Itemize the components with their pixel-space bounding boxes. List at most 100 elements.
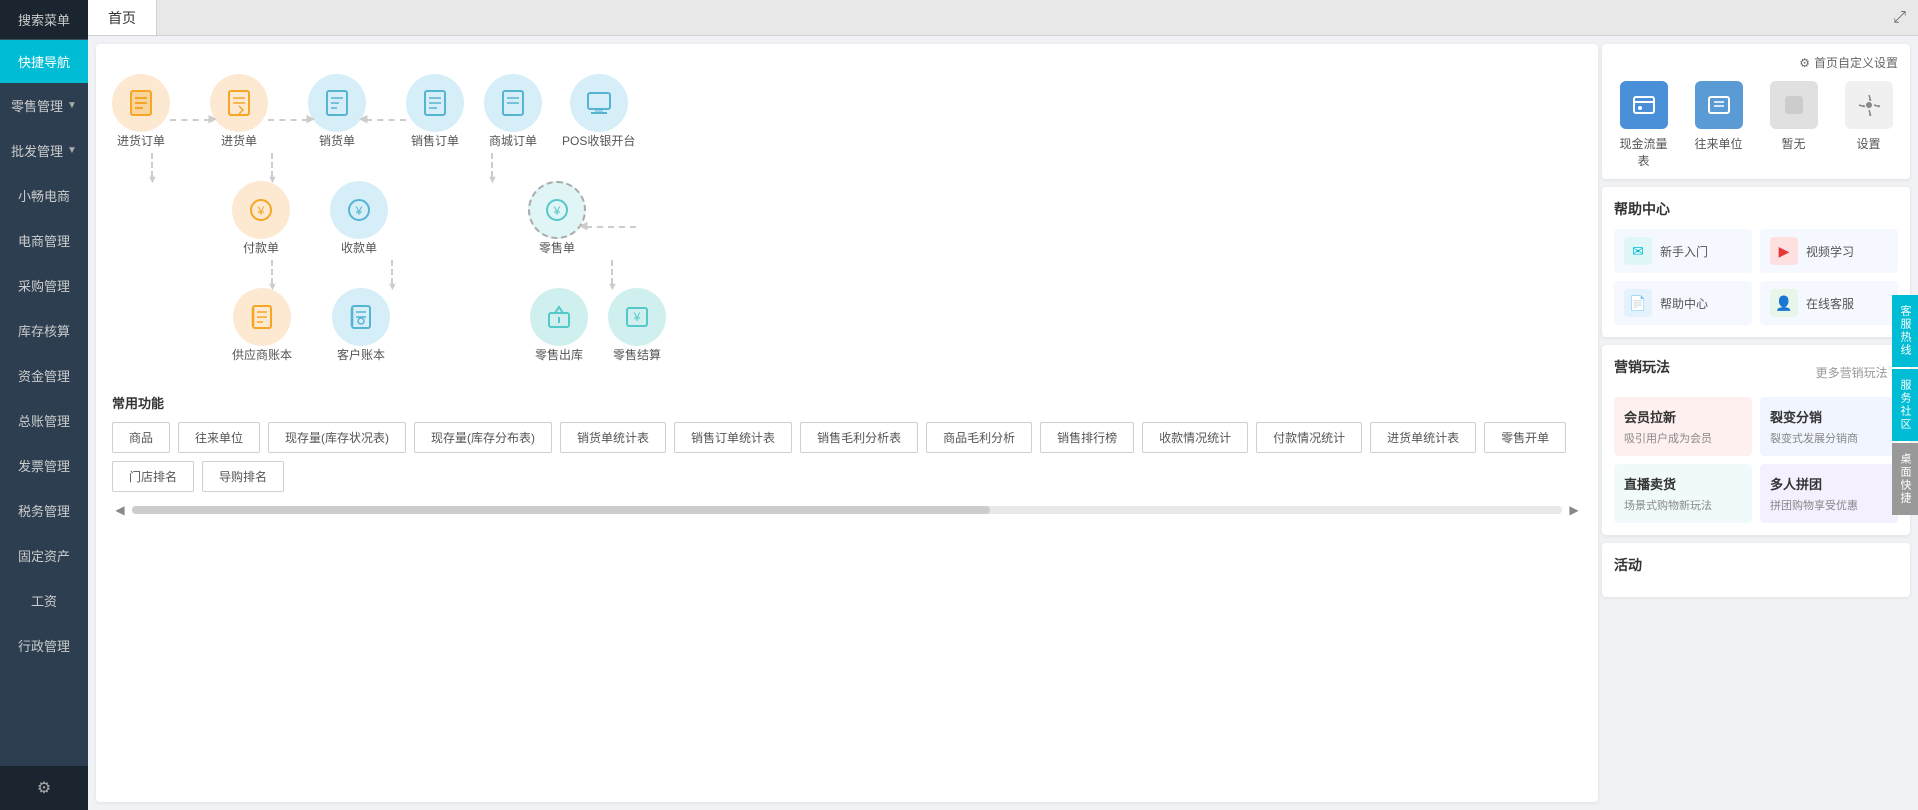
sidebar-label: 电商管理 — [18, 231, 70, 250]
supplier-book-icon — [233, 288, 291, 346]
play-icon: ▶ — [1770, 237, 1798, 265]
right-panel: ⚙ 首页自定义设置 现金流量表 往来单位 — [1598, 36, 1918, 810]
func-btn-guide-rank[interactable]: 导购排名 — [202, 461, 284, 492]
v-connector-6 — [611, 260, 613, 284]
activity-panel: 活动 — [1602, 543, 1910, 597]
sidebar-item-tax[interactable]: 税务管理 — [0, 488, 88, 533]
partners-icon — [1695, 81, 1743, 129]
func-btn-retail-order[interactable]: 零售开单 — [1484, 422, 1566, 453]
main: 首页 ⤢ 进货订单 — [88, 0, 1918, 810]
help-label: 帮助中心 — [1660, 295, 1708, 312]
float-btn-desktop[interactable]: 桌面快捷 — [1892, 443, 1918, 515]
node-mall-order[interactable]: 商城订单 — [484, 74, 542, 149]
sidebar-label: 库存核算 — [18, 321, 70, 340]
sidebar-item-inventory[interactable]: 库存核算 — [0, 308, 88, 353]
node-retail-settle[interactable]: ¥ 零售结算 — [608, 288, 666, 363]
qa-item-empty[interactable]: 暂无 — [1764, 81, 1823, 169]
func-btn-order-stat[interactable]: 销售订单统计表 — [674, 422, 792, 453]
sidebar-item-ecom-mgmt[interactable]: 电商管理 — [0, 218, 88, 263]
help-item-beginner[interactable]: ✉ 新手入门 — [1614, 229, 1752, 273]
scroll-left[interactable]: ◀ — [112, 502, 128, 518]
more-marketing-link[interactable]: 更多营销玩法 > — [1816, 364, 1898, 381]
qa-icons: 现金流量表 往来单位 暂无 — [1614, 81, 1898, 169]
node-customer-book[interactable]: 客户账本 — [332, 288, 390, 363]
func-btn-stock2[interactable]: 现存量(库存分布表) — [414, 422, 552, 453]
sidebar-label: 总账管理 — [18, 411, 70, 430]
settings-icon[interactable]: ⚙ — [0, 766, 88, 810]
qa-header: ⚙ 首页自定义设置 — [1614, 54, 1898, 71]
user-icon: 👤 — [1770, 289, 1798, 317]
sidebar-item-invoice[interactable]: 发票管理 — [0, 443, 88, 488]
node-purchase-receipt[interactable]: 进货单 — [210, 74, 268, 149]
func-btn-stock1[interactable]: 现存量(库存状况表) — [268, 422, 406, 453]
beginner-label: 新手入门 — [1660, 243, 1708, 260]
sidebar-item-retail[interactable]: 零售管理 ▼ — [0, 83, 88, 128]
node-sales-order[interactable]: 销售订单 — [406, 74, 464, 149]
float-btn-service[interactable]: 客服热线 — [1892, 295, 1918, 367]
customize-label[interactable]: 首页自定义设置 — [1814, 54, 1898, 71]
sidebar-label: 小畅电商 — [18, 186, 70, 205]
node-payment-out[interactable]: ¥ 付款单 — [232, 181, 290, 256]
tabbar: 首页 ⤢ — [88, 0, 1918, 36]
qa-item-settings[interactable]: 设置 — [1839, 81, 1898, 169]
sidebar-label: 税务管理 — [18, 501, 70, 520]
mkt-item-fission[interactable]: 裂变分销 裂变式发展分销商 — [1760, 397, 1898, 456]
sidebar: 搜索菜单 快捷导航 零售管理 ▼ 批发管理 ▼ 小畅电商 电商管理 采购管理 库… — [0, 0, 88, 810]
sidebar-item-payroll[interactable]: 工资 — [0, 578, 88, 623]
sidebar-item-assets[interactable]: 固定资产 — [0, 533, 88, 578]
mkt-item-member[interactable]: 会员拉新 吸引用户成为会员 — [1614, 397, 1752, 456]
mkt-item-live[interactable]: 直播卖货 场景式购物新玩法 — [1614, 464, 1752, 523]
qa-item-partners[interactable]: 往来单位 — [1689, 81, 1748, 169]
help-item-help[interactable]: 📄 帮助中心 — [1614, 281, 1752, 325]
sidebar-label: 采购管理 — [18, 276, 70, 295]
sidebar-item-wholesale[interactable]: 批发管理 ▼ — [0, 128, 88, 173]
func-btn-payment-stat[interactable]: 付款情况统计 — [1256, 422, 1362, 453]
func-btn-sale-stat[interactable]: 销货单统计表 — [560, 422, 666, 453]
mkt-item-group[interactable]: 多人拼团 拼团购物享受优惠 — [1760, 464, 1898, 523]
node-payment-in[interactable]: ¥ 收款单 — [330, 181, 388, 256]
func-btn-purchase-stat[interactable]: 进货单统计表 — [1370, 422, 1476, 453]
float-btn-community[interactable]: 服务社区 — [1892, 369, 1918, 441]
expand-icon[interactable]: ⤢ — [1881, 9, 1918, 27]
node-supplier-book[interactable]: 供应商账本 — [232, 288, 292, 363]
help-item-video[interactable]: ▶ 视频学习 — [1760, 229, 1898, 273]
node-retail-out[interactable]: 零售出库 — [530, 288, 588, 363]
pos-label: POS收银开台 — [562, 132, 635, 149]
node-sale-order[interactable]: 销货单 — [308, 74, 366, 149]
purchase-receipt-label: 进货单 — [221, 132, 257, 149]
scroll-track[interactable] — [132, 506, 1562, 514]
retail-settle-icon: ¥ — [608, 288, 666, 346]
tab-home[interactable]: 首页 — [88, 0, 157, 35]
video-label: 视频学习 — [1806, 243, 1854, 260]
node-retail-order[interactable]: ¥ 零售单 — [528, 181, 586, 256]
help-item-service[interactable]: 👤 在线客服 — [1760, 281, 1898, 325]
qa-item-cashflow[interactable]: 现金流量表 — [1614, 81, 1673, 169]
help-grid: ✉ 新手入门 ▶ 视频学习 📄 帮助中心 👤 在线客服 — [1614, 229, 1898, 325]
quick-nav[interactable]: 快捷导航 — [0, 40, 88, 83]
payment-out-label: 付款单 — [243, 239, 279, 256]
search-menu[interactable]: 搜索菜单 — [0, 0, 88, 40]
func-btn-partner[interactable]: 往来单位 — [178, 422, 260, 453]
scrollbar: ◀ ▶ — [112, 502, 1582, 518]
sidebar-item-purchase[interactable]: 采购管理 — [0, 263, 88, 308]
sales-order-icon — [406, 74, 464, 132]
mall-order-icon — [484, 74, 542, 132]
func-btn-margin1[interactable]: 销售毛利分析表 — [800, 422, 918, 453]
scroll-right[interactable]: ▶ — [1566, 502, 1582, 518]
sidebar-label: 资金管理 — [18, 366, 70, 385]
svg-text:¥: ¥ — [633, 310, 641, 324]
func-btn-goods[interactable]: 商品 — [112, 422, 170, 453]
func-btn-store-rank[interactable]: 门店排名 — [112, 461, 194, 492]
empty-icon — [1770, 81, 1818, 129]
sidebar-item-ledger[interactable]: 总账管理 — [0, 398, 88, 443]
func-btn-margin2[interactable]: 商品毛利分析 — [926, 422, 1032, 453]
sidebar-item-admin[interactable]: 行政管理 — [0, 623, 88, 668]
func-btn-receipt-stat[interactable]: 收款情况统计 — [1142, 422, 1248, 453]
cashflow-icon — [1620, 81, 1668, 129]
node-pos[interactable]: POS收银开台 — [562, 74, 635, 149]
sidebar-item-ecommerce[interactable]: 小畅电商 — [0, 173, 88, 218]
func-btn-ranking[interactable]: 销售排行榜 — [1040, 422, 1134, 453]
node-purchase-order[interactable]: 进货订单 — [112, 74, 170, 149]
sidebar-item-finance[interactable]: 资金管理 — [0, 353, 88, 398]
marketing-panel: 营销玩法 更多营销玩法 > 会员拉新 吸引用户成为会员 裂变分销 裂变式发展分销… — [1602, 345, 1910, 535]
